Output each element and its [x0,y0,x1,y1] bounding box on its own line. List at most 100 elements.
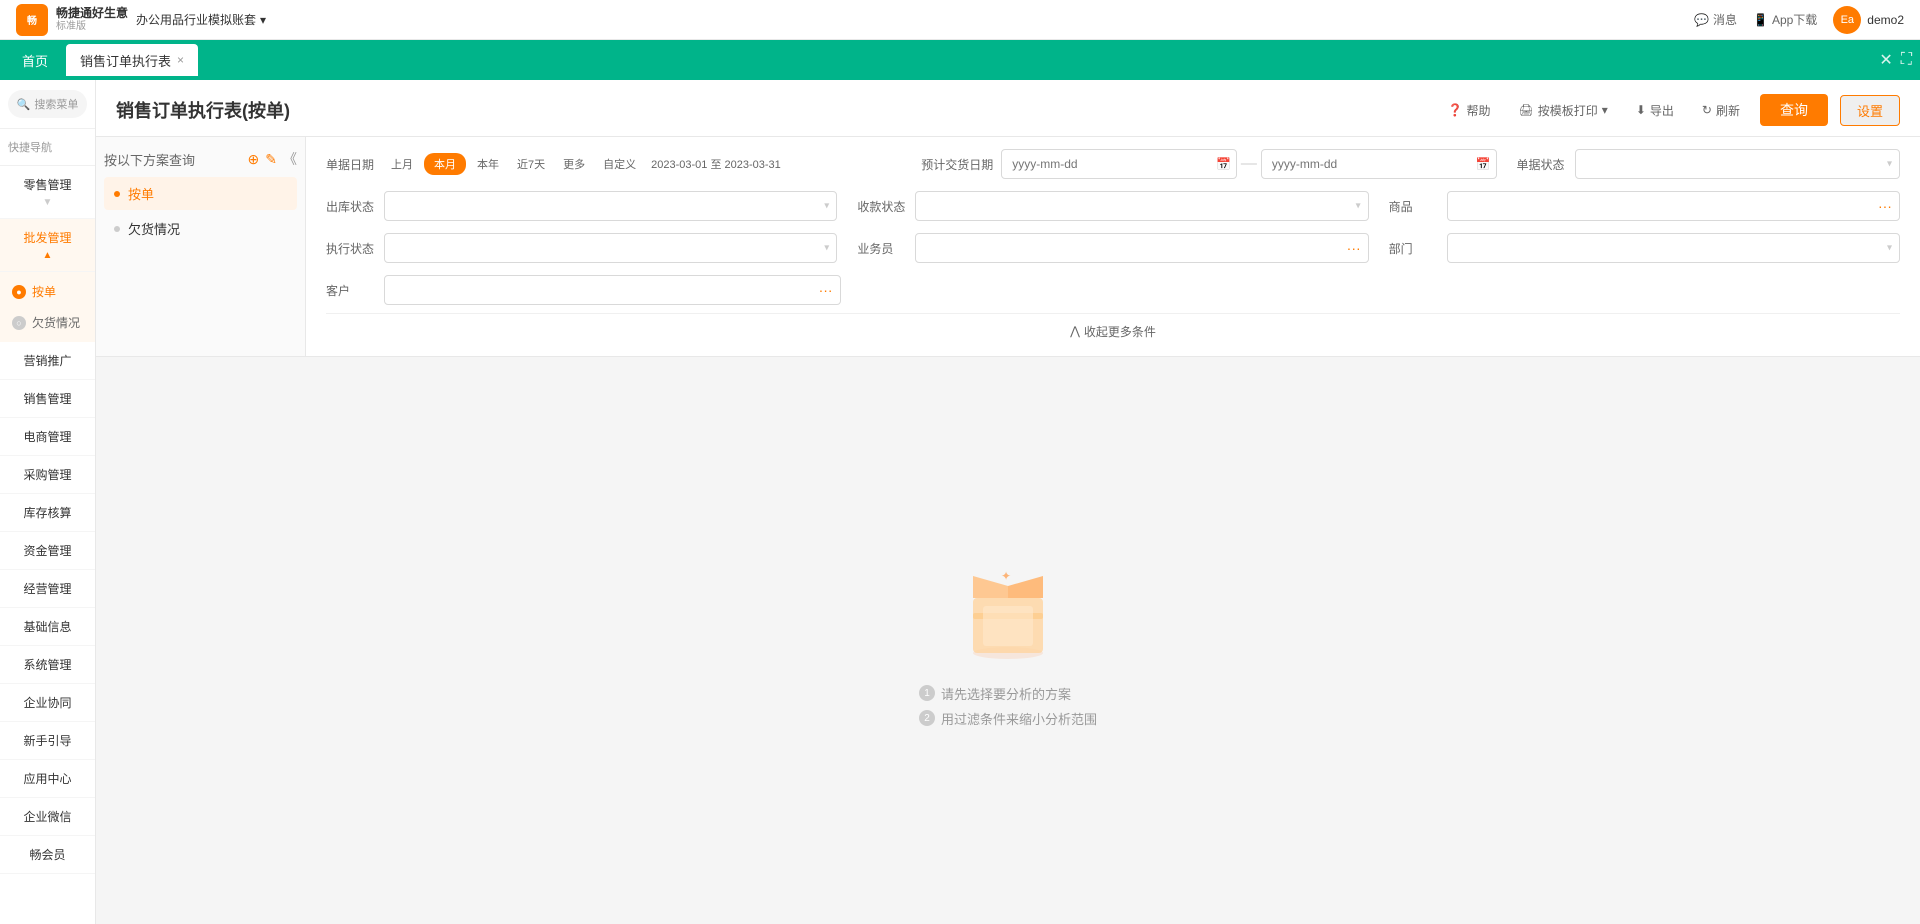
app-name: 畅捷通好生意 [56,6,128,20]
print-label: 按模板打印 [1538,102,1598,119]
sidebar-item-marketing[interactable]: 营销推广 [0,342,95,380]
chevron-down-icon: ▼ [43,197,53,208]
user-profile[interactable]: Ea demo2 [1833,6,1904,34]
sidebar-item-newguide[interactable]: 新手引导 [0,722,95,760]
settings-button[interactable]: 设置 [1840,95,1900,126]
expected-date-label: 预计交货日期 [921,156,993,173]
calendar-start-icon: 📅 [1216,157,1231,171]
sidebar-item-wholesale[interactable]: 批发管理 ▲ [0,219,95,272]
tab-home[interactable]: 首页 [8,44,62,76]
empty-hint-1-row: 1 请先选择要分析的方案 [919,684,1097,703]
sales-label: 销售管理 [23,390,71,407]
collapse-label: 收起更多条件 [1084,323,1156,340]
export-label: 导出 [1650,102,1674,119]
sidebar-item-enterprise[interactable]: 企业协同 [0,684,95,722]
date-range-separator: — [1241,155,1257,173]
sidebar-item-basic[interactable]: 基础信息 [0,608,95,646]
app-download-btn[interactable]: 📱 App下载 [1753,11,1817,28]
shortcut-custom[interactable]: 自定义 [596,153,643,175]
print-button[interactable]: 🖨 按模板打印 ▾ [1511,98,1616,123]
out-status-select[interactable] [384,191,837,221]
customer-input[interactable] [384,275,841,305]
wholesale-submenu: ● 按单 ○ 欠货情况 [0,272,95,342]
industry-dropdown-icon: ▾ [260,13,266,27]
avatar-initials: Ea [1841,14,1854,26]
exec-status-label: 执行状态 [326,240,376,257]
status-field: 单据状态 已审核 未审核 ▾ [1517,149,1901,179]
empty-hint-2-row: 2 用过滤条件来缩小分析范围 [919,709,1097,728]
calendar-end-icon: 📅 [1476,157,1491,171]
refresh-button[interactable]: ↻ 刷新 [1694,98,1748,123]
edit-scheme-icon[interactable]: ✎ [265,151,277,168]
scheme-title: 按以下方案查询 [104,150,195,169]
sidebar-item-retail[interactable]: 零售管理 ▼ [0,166,95,219]
empty-hint-1: 请先选择要分析的方案 [941,684,1071,703]
tab-sales-execution[interactable]: 销售订单执行表 × [66,44,198,76]
scheme-item-by-order[interactable]: 按单 [104,177,297,210]
download-icon: 📱 [1753,13,1768,27]
sidebar-item-ecommerce[interactable]: 电商管理 [0,418,95,456]
weixin-label: 企业微信 [23,808,71,825]
industry-selector[interactable]: 办公用品行业模拟账套 ▾ [136,11,266,28]
salesperson-more-icon[interactable]: ··· [1347,240,1361,256]
shortcut-this-month[interactable]: 本月 [424,153,466,175]
date-start-wrapper: 📅 [1001,149,1237,179]
exec-status-select[interactable] [384,233,837,263]
date-start-input[interactable] [1001,149,1237,179]
salesperson-input[interactable] [915,233,1368,263]
sidebar-item-inventory[interactable]: 库存核算 [0,494,95,532]
submenu-item-by-order[interactable]: ● 按单 [0,276,95,307]
shortcut-this-year[interactable]: 本年 [470,153,506,175]
message-btn[interactable]: 💬 消息 [1694,11,1737,28]
tab-close-icon[interactable]: × [177,54,184,66]
search-icon: 🔍 [17,98,31,111]
print-icon: 🖨 [1519,103,1534,117]
search-menu-button[interactable]: 🔍 搜索菜单 [8,90,87,118]
export-icon: ⬇ [1636,103,1646,117]
empty-hint-2: 用过滤条件来缩小分析范围 [941,709,1097,728]
filter-fields: 单据日期 上月 本月 本年 近7天 更多 自定义 2023-03-01 至 20… [306,137,1920,356]
sidebar-item-operations[interactable]: 经营管理 [0,570,95,608]
pay-status-select[interactable] [915,191,1368,221]
shortcut-more[interactable]: 更多 [556,153,592,175]
sidebar-item-finance[interactable]: 资金管理 [0,532,95,570]
submenu-item-shortage[interactable]: ○ 欠货情况 [0,307,95,338]
filter-row-1: 单据日期 上月 本月 本年 近7天 更多 自定义 2023-03-01 至 20… [326,149,1900,179]
date-end-input[interactable] [1261,149,1497,179]
customer-more-icon[interactable]: ··· [819,282,833,298]
customer-control: ··· [384,275,841,305]
sidebar-item-purchase[interactable]: 采购管理 [0,456,95,494]
out-status-label: 出库状态 [326,198,376,215]
page-title: 销售订单执行表(按单) [116,97,290,123]
collapse-scheme-icon[interactable]: 《 [283,149,297,169]
sidebar-item-sales[interactable]: 销售管理 [0,380,95,418]
shortcut-7days[interactable]: 近7天 [510,153,552,175]
scheme-inactive-dot [114,226,120,232]
query-button[interactable]: 查询 [1760,94,1828,126]
sidebar-item-appstore[interactable]: 应用中心 [0,760,95,798]
nav-close-icon[interactable]: ✕ [1879,50,1892,70]
sidebar-item-member[interactable]: 畅会员 [0,836,95,874]
exec-status-field: 执行状态 ▾ [326,233,837,263]
app-logo: 畅 [16,4,48,36]
goods-more-icon[interactable]: ··· [1878,198,1892,214]
operations-label: 经营管理 [23,580,71,597]
goods-input[interactable] [1447,191,1900,221]
export-button[interactable]: ⬇ 导出 [1628,98,1682,123]
shortcut-last-month[interactable]: 上月 [384,153,420,175]
add-scheme-icon[interactable]: ⊕ [248,151,260,168]
sidebar-item-weixin[interactable]: 企业微信 [0,798,95,836]
app-download-label: App下载 [1772,11,1817,28]
scheme-item-shortage[interactable]: 欠货情况 [104,212,297,245]
salesperson-field: 业务员 ··· [857,233,1368,263]
pay-status-field: 收款状态 ▾ [857,191,1368,221]
help-button[interactable]: ❓ 帮助 [1440,98,1499,123]
quick-nav-label-row: 快捷导航 [0,137,95,157]
dept-select[interactable] [1447,233,1900,263]
chevron-up-icon: ▲ [43,250,53,261]
sidebar-item-system[interactable]: 系统管理 [0,646,95,684]
nav-expand-icon[interactable]: ⛶ [1901,51,1912,69]
status-control: 已审核 未审核 ▾ [1575,149,1901,179]
status-select[interactable]: 已审核 未审核 [1575,149,1901,179]
collapse-more-button[interactable]: ⋀ 收起更多条件 [1070,323,1156,340]
